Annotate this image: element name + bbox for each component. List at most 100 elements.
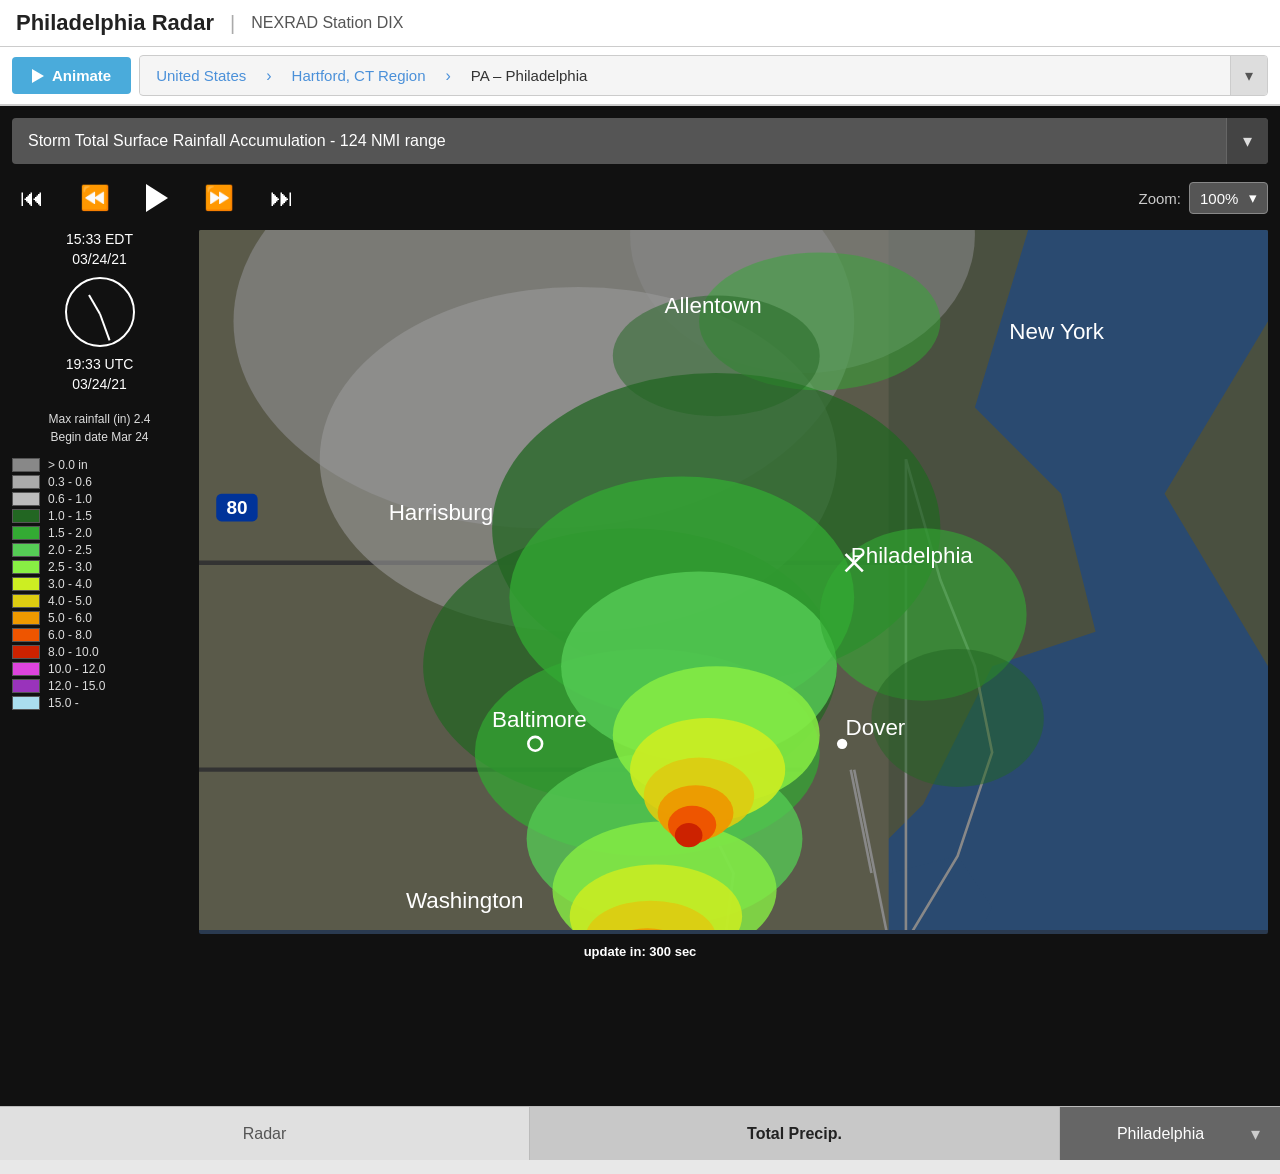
edt-date: 03/24/21	[12, 250, 187, 270]
legend-item: 15.0 -	[12, 696, 187, 710]
legend-swatch	[12, 628, 40, 642]
breadcrumb-arrow-2: ›	[442, 67, 455, 85]
fast-forward-icon: ⏩	[204, 184, 234, 212]
legend-label: 4.0 - 5.0	[48, 594, 92, 608]
product-label: Storm Total Surface Rainfall Accumulatio…	[12, 120, 1226, 162]
svg-point-35	[675, 823, 703, 847]
radar-area: 15:33 EDT 03/24/21 19:33 UTC 03/24/21 Ma…	[12, 230, 1268, 934]
tab-total-precip[interactable]: Total Precip.	[530, 1107, 1060, 1160]
legend-label: 12.0 - 15.0	[48, 679, 105, 693]
legend-swatch	[12, 526, 40, 540]
city-baltimore: Baltimore	[492, 707, 587, 732]
legend-label: > 0.0 in	[48, 458, 88, 472]
breadcrumb-container: United States › Hartford, CT Region › PA…	[139, 55, 1268, 96]
skip-to-end-button[interactable]: ⏭	[262, 180, 302, 216]
location-chevron-icon: ▾	[1251, 1123, 1260, 1145]
tab-radar[interactable]: Radar	[0, 1107, 530, 1160]
animate-label: Animate	[52, 67, 111, 84]
zoom-select-container: 50% 75% 100% 150% 200% ▾	[1189, 182, 1268, 214]
legend-item: 8.0 - 10.0	[12, 645, 187, 659]
legend-swatch	[12, 475, 40, 489]
navbar: Animate United States › Hartford, CT Reg…	[0, 47, 1280, 106]
legend-item: 2.5 - 3.0	[12, 560, 187, 574]
legend-swatch	[12, 458, 40, 472]
city-harrisburg: Harrisburg	[389, 500, 494, 525]
legend-items: > 0.0 in 0.3 - 0.6 0.6 - 1.0 1.0 - 1.5 1…	[12, 458, 187, 710]
utc-time: 19:33 UTC	[12, 355, 187, 375]
city-dover: Dover	[846, 715, 906, 740]
play-button[interactable]	[138, 180, 176, 216]
legend-item: 1.0 - 1.5	[12, 509, 187, 523]
location-label: Philadelphia	[1080, 1125, 1241, 1143]
legend-item: 0.6 - 1.0	[12, 492, 187, 506]
app-header: Philadelphia Radar | NEXRAD Station DIX	[0, 0, 1280, 47]
legend-item: 4.0 - 5.0	[12, 594, 187, 608]
time-display: 15:33 EDT 03/24/21 19:33 UTC 03/24/21	[12, 230, 187, 394]
breadcrumb-hartford[interactable]: Hartford, CT Region	[276, 57, 442, 94]
update-timer: update in: 300 sec	[12, 944, 1268, 959]
legend-item: 0.3 - 0.6	[12, 475, 187, 489]
skip-begin-icon: ⏮	[20, 184, 44, 212]
legend-swatch	[12, 594, 40, 608]
breadcrumb-dropdown-button[interactable]: ▾	[1230, 56, 1267, 95]
bottom-bar: Radar Total Precip. Philadelphia ▾	[0, 1106, 1280, 1160]
legend-item: 10.0 - 12.0	[12, 662, 187, 676]
animate-button[interactable]: Animate	[12, 57, 131, 94]
legend-swatch	[12, 662, 40, 676]
playback-controls: ⏮ ⏪ ⏩ ⏭	[12, 180, 302, 216]
zoom-chevron-icon: ▾	[1249, 189, 1257, 207]
legend-swatch	[12, 560, 40, 574]
legend-item: 3.0 - 4.0	[12, 577, 187, 591]
city-allentown: Allentown	[665, 293, 762, 318]
clock-display	[65, 277, 135, 347]
legend-swatch	[12, 492, 40, 506]
legend-label: 5.0 - 6.0	[48, 611, 92, 625]
legend-label: 2.5 - 3.0	[48, 560, 92, 574]
skip-to-beginning-button[interactable]: ⏮	[12, 180, 52, 216]
legend-swatch	[12, 696, 40, 710]
product-selector: Storm Total Surface Rainfall Accumulatio…	[12, 118, 1268, 164]
legend-label: 2.0 - 2.5	[48, 543, 92, 557]
breadcrumb-current: PA – Philadelphia	[455, 57, 1230, 94]
rewind-icon: ⏪	[80, 184, 110, 212]
city-washington: Washington	[406, 888, 523, 913]
legend-swatch	[12, 679, 40, 693]
product-dropdown-button[interactable]: ▾	[1226, 118, 1268, 164]
zoom-control: Zoom: 50% 75% 100% 150% 200% ▾	[1138, 182, 1268, 214]
legend-item: 12.0 - 15.0	[12, 679, 187, 693]
legend-swatch	[12, 509, 40, 523]
main-content: Storm Total Surface Rainfall Accumulatio…	[0, 106, 1280, 1106]
city-newyork: New York	[1009, 319, 1104, 344]
station-subtitle: NEXRAD Station DIX	[251, 14, 403, 32]
utc-date: 03/24/21	[12, 375, 187, 395]
fast-forward-button[interactable]: ⏩	[196, 180, 242, 216]
legend-item: 5.0 - 6.0	[12, 611, 187, 625]
rewind-button[interactable]: ⏪	[72, 180, 118, 216]
time-utc: 19:33 UTC 03/24/21	[12, 355, 187, 394]
breadcrumb-arrow-1: ›	[262, 67, 275, 85]
header-divider: |	[230, 12, 235, 35]
zoom-select[interactable]: 50% 75% 100% 150% 200%	[1200, 190, 1243, 207]
legend-label: 1.5 - 2.0	[48, 526, 92, 540]
legend-item: 1.5 - 2.0	[12, 526, 187, 540]
legend-item: > 0.0 in	[12, 458, 187, 472]
legend-label: 6.0 - 8.0	[48, 628, 92, 642]
begin-date-label: Begin date Mar 24	[12, 428, 187, 446]
rainfall-info: Max rainfall (in) 2.4 Begin date Mar 24	[12, 410, 187, 446]
legend-item: 2.0 - 2.5	[12, 543, 187, 557]
update-timer-label: update in: 300 sec	[584, 944, 697, 959]
edt-time: 15:33 EDT	[12, 230, 187, 250]
breadcrumb-us[interactable]: United States	[140, 57, 262, 94]
legend-label: 8.0 - 10.0	[48, 645, 99, 659]
city-philadelphia: Philadelphia	[851, 543, 974, 568]
location-selector-button[interactable]: Philadelphia ▾	[1060, 1107, 1280, 1160]
legend-swatch	[12, 577, 40, 591]
skip-end-icon: ⏭	[270, 184, 294, 212]
legend-label: 1.0 - 1.5	[48, 509, 92, 523]
clock-minute-hand	[99, 314, 110, 341]
legend-panel: 15:33 EDT 03/24/21 19:33 UTC 03/24/21 Ma…	[12, 230, 187, 934]
legend-label: 0.3 - 0.6	[48, 475, 92, 489]
legend-label: 3.0 - 4.0	[48, 577, 92, 591]
controls-row: ⏮ ⏪ ⏩ ⏭ Zoom: 50% 75% 100% 150%	[12, 176, 1268, 220]
legend-label: 10.0 - 12.0	[48, 662, 105, 676]
